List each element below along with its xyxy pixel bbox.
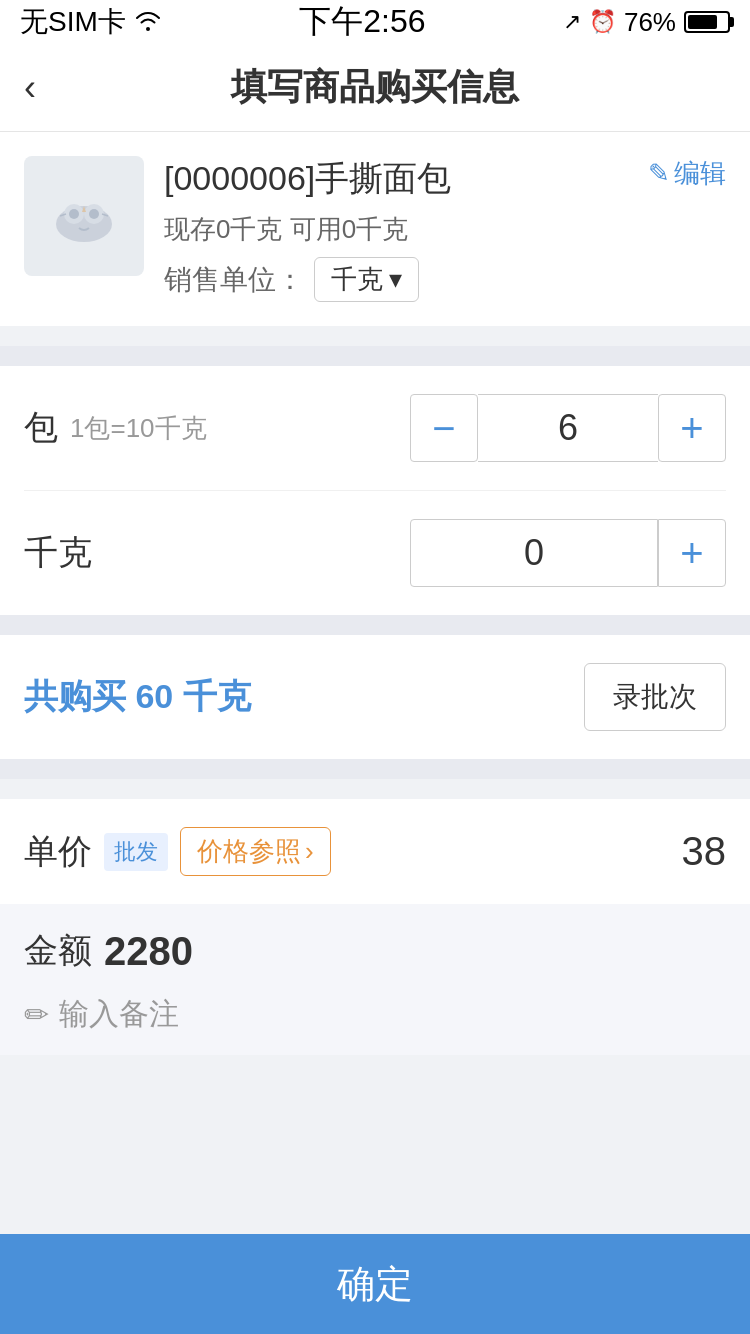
section-divider-3 bbox=[0, 759, 750, 779]
bao-minus-button[interactable]: − bbox=[410, 394, 478, 462]
section-divider-1 bbox=[0, 346, 750, 366]
price-ref-button[interactable]: 价格参照 › bbox=[180, 827, 331, 876]
edit-button[interactable]: ✎ 编辑 bbox=[648, 156, 726, 191]
total-amount: 60 bbox=[135, 677, 173, 715]
section-divider-2 bbox=[0, 615, 750, 635]
qianke-qty-control: + bbox=[410, 519, 726, 587]
svg-point-3 bbox=[69, 209, 79, 219]
amount-label: 金额 bbox=[24, 928, 92, 974]
unit-selector[interactable]: 千克 ▾ bbox=[314, 257, 419, 302]
amount-section: 金额 2280 ✏ 输入备注 bbox=[0, 904, 750, 1055]
product-thumbnail bbox=[24, 156, 144, 276]
bao-qty-input[interactable] bbox=[478, 394, 658, 462]
product-info: [0000006]手撕面包 ✎ 编辑 现存0千克 可用0千克 销售单位： 千克 … bbox=[164, 156, 726, 302]
total-text: 共购买 60 千克 bbox=[24, 674, 251, 720]
batch-button[interactable]: 录批次 bbox=[584, 663, 726, 731]
qianke-row: 千克 + bbox=[24, 491, 726, 615]
product-stock: 现存0千克 可用0千克 bbox=[164, 212, 726, 247]
status-bar: 无SIM卡 下午2:56 ↗ ⏰ 76% bbox=[0, 0, 750, 44]
wifi-icon bbox=[134, 6, 162, 38]
alarm-icon: ⏰ bbox=[589, 9, 616, 35]
carrier-label: 无SIM卡 bbox=[20, 3, 126, 41]
remark-placeholder: 输入备注 bbox=[59, 994, 179, 1035]
bao-label: 包 1包=10千克 bbox=[24, 405, 207, 451]
pencil-icon: ✏ bbox=[24, 997, 49, 1032]
price-tag-pifa: 批发 bbox=[104, 833, 168, 871]
battery-icon bbox=[684, 11, 730, 33]
unit-label: 销售单位： bbox=[164, 261, 304, 299]
bao-row: 包 1包=10千克 − + bbox=[24, 366, 726, 491]
location-icon: ↗ bbox=[563, 9, 581, 35]
remark-row[interactable]: ✏ 输入备注 bbox=[24, 994, 726, 1055]
time-label: 下午2:56 bbox=[299, 0, 425, 44]
page-title: 填写商品购买信息 bbox=[231, 63, 519, 112]
product-name: [0000006]手撕面包 bbox=[164, 156, 451, 202]
status-right: ↗ ⏰ 76% bbox=[563, 7, 730, 38]
price-section: 单价 批发 价格参照 › 38 bbox=[0, 799, 750, 904]
back-button[interactable]: ‹ bbox=[24, 67, 36, 109]
confirm-button[interactable]: 确定 bbox=[0, 1234, 750, 1334]
chevron-right-icon: › bbox=[305, 836, 314, 867]
svg-point-4 bbox=[89, 209, 99, 219]
battery-percent: 76% bbox=[624, 7, 676, 38]
status-left: 无SIM卡 bbox=[20, 3, 162, 41]
product-unit-row: 销售单位： 千克 ▾ bbox=[164, 257, 726, 302]
product-card: [0000006]手撕面包 ✎ 编辑 现存0千克 可用0千克 销售单位： 千克 … bbox=[0, 132, 750, 326]
nav-bar: ‹ 填写商品购买信息 bbox=[0, 44, 750, 132]
price-left: 单价 批发 价格参照 › bbox=[24, 827, 331, 876]
bao-plus-button[interactable]: + bbox=[658, 394, 726, 462]
price-label: 单价 bbox=[24, 829, 92, 875]
price-value: 38 bbox=[682, 829, 727, 874]
total-row: 共购买 60 千克 录批次 bbox=[0, 635, 750, 759]
amount-row: 金额 2280 bbox=[24, 928, 726, 974]
amount-value: 2280 bbox=[104, 929, 193, 974]
input-section: 包 1包=10千克 − + 千克 + bbox=[0, 366, 750, 615]
bao-qty-control: − + bbox=[410, 394, 726, 462]
edit-icon: ✎ bbox=[648, 158, 670, 189]
qianke-plus-button[interactable]: + bbox=[658, 519, 726, 587]
qianke-label: 千克 bbox=[24, 530, 92, 576]
chevron-down-icon: ▾ bbox=[389, 264, 402, 295]
bao-sub-label: 1包=10千克 bbox=[70, 411, 207, 446]
qianke-qty-input[interactable] bbox=[410, 519, 658, 587]
